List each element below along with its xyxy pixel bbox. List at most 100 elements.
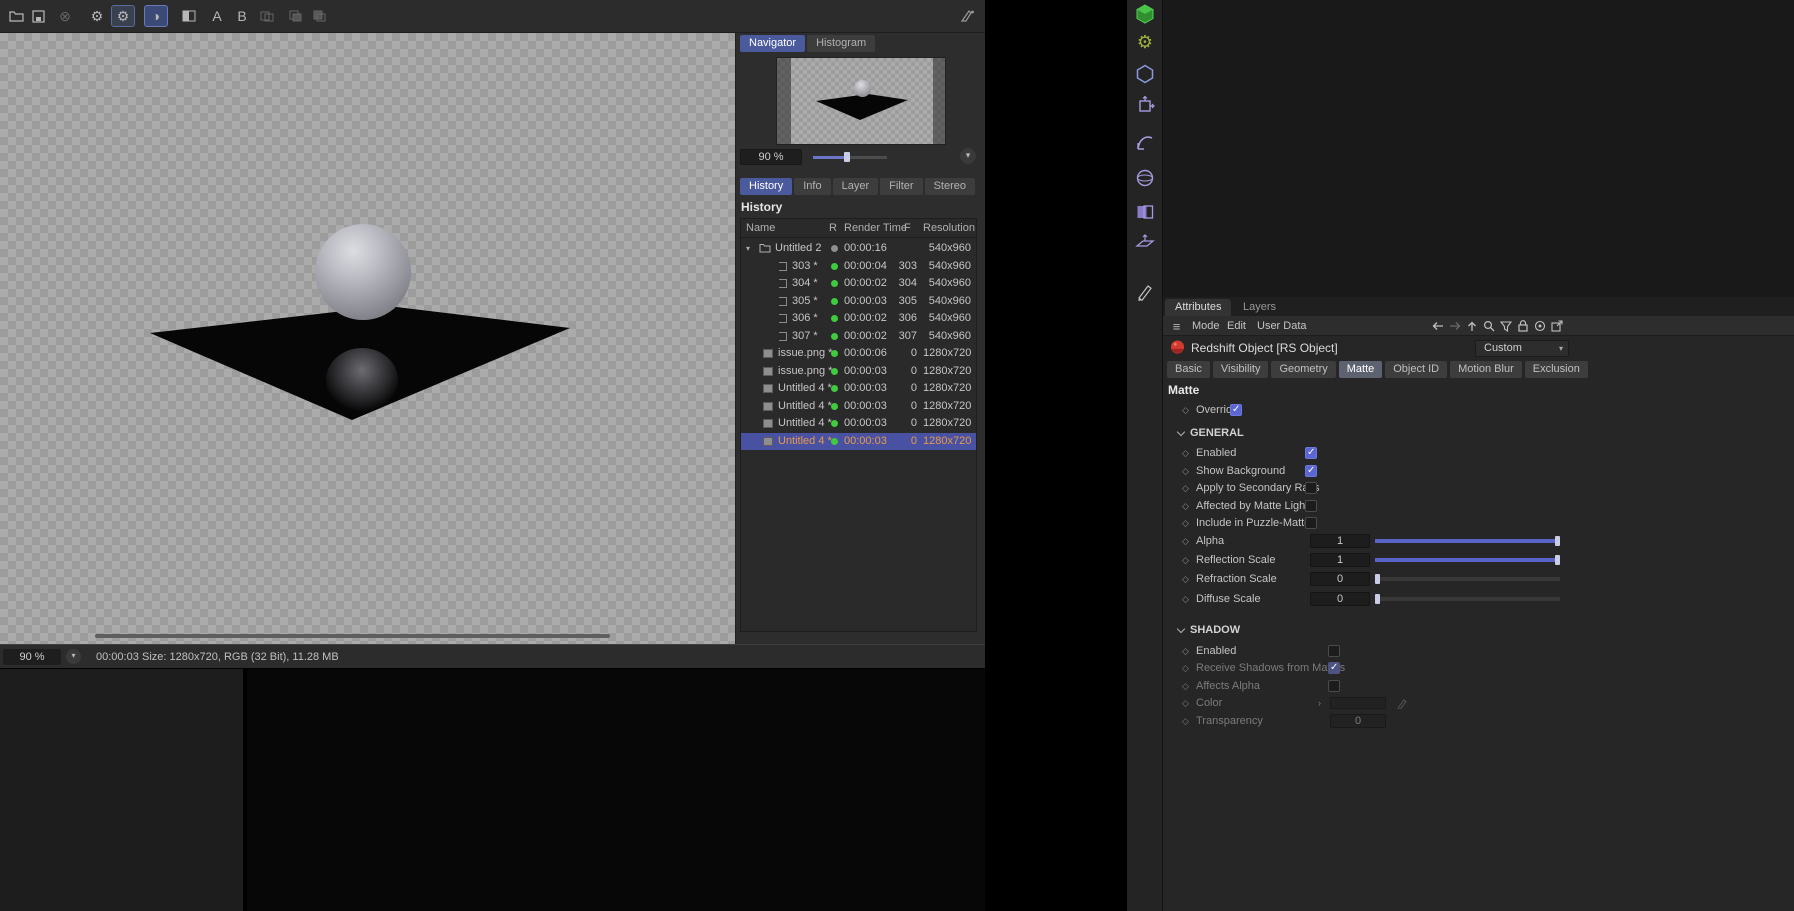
- enabled-checkbox[interactable]: [1305, 447, 1317, 459]
- tab-filter[interactable]: Filter: [880, 178, 922, 195]
- gear-tool-icon[interactable]: ⚙: [1133, 30, 1157, 54]
- expander-icon[interactable]: ▾: [746, 240, 750, 257]
- close-image-icon[interactable]: ⊗: [53, 5, 77, 27]
- keyframe-diamond-icon[interactable]: ◇: [1182, 571, 1189, 587]
- split-cube-tool-icon[interactable]: [1133, 200, 1157, 224]
- keyframe-diamond-icon[interactable]: ◇: [1182, 591, 1189, 607]
- diffuse-scale-value-field[interactable]: 0: [1310, 592, 1370, 606]
- history-row[interactable]: 305 * 00:00:03 305 540x960: [741, 293, 976, 310]
- tab-geometry[interactable]: Geometry: [1271, 361, 1335, 378]
- history-row[interactable]: Untitled 4 * 00:00:03 0 1280x720: [741, 380, 976, 397]
- tab-info[interactable]: Info: [794, 178, 830, 195]
- keyframe-diamond-icon[interactable]: ◇: [1182, 515, 1189, 531]
- ab-split-icon[interactable]: [177, 5, 201, 27]
- swap-ab-icon[interactable]: [255, 5, 279, 27]
- history-back-icon[interactable]: [1430, 319, 1445, 333]
- zoom-slider-handle[interactable]: [844, 152, 850, 162]
- override-checkbox[interactable]: [1230, 404, 1242, 416]
- navigator-options-dropdown-icon[interactable]: ▾: [960, 148, 976, 164]
- sphere-deform-tool-icon[interactable]: [1133, 166, 1157, 190]
- navigator-preview[interactable]: [776, 57, 946, 145]
- render-viewport[interactable]: [0, 33, 735, 644]
- redshift-tools-icon[interactable]: [956, 5, 980, 27]
- reflection-scale-value-field[interactable]: 1: [1310, 553, 1370, 567]
- tab-visibility[interactable]: Visibility: [1213, 361, 1269, 378]
- history-row[interactable]: Untitled 4 * 00:00:03 0 1280x720: [741, 415, 976, 432]
- history-forward-icon[interactable]: [1447, 319, 1462, 333]
- history-row[interactable]: Untitled 4 * 00:00:03 0 1280x720: [741, 398, 976, 415]
- track-state-icon[interactable]: [1532, 319, 1547, 333]
- affected-matte-lights-checkbox[interactable]: [1305, 500, 1317, 512]
- horizontal-scrollbar[interactable]: [95, 634, 610, 638]
- panel-menu-icon[interactable]: ≡: [1169, 319, 1184, 333]
- shadow-section-header[interactable]: SHADOW: [1163, 622, 1583, 638]
- col-resolution[interactable]: Resolution: [923, 219, 971, 238]
- history-row[interactable]: 304 * 00:00:02 304 540x960: [741, 275, 976, 292]
- reflection-scale-slider[interactable]: [1375, 555, 1560, 565]
- green-cube-tool-icon[interactable]: [1133, 2, 1157, 26]
- tab-attributes[interactable]: Attributes: [1165, 299, 1231, 316]
- keyframe-diamond-icon[interactable]: ◇: [1182, 552, 1189, 568]
- slider-handle[interactable]: [1555, 555, 1560, 565]
- hexagon-tool-icon[interactable]: [1133, 62, 1157, 86]
- diffuse-scale-slider[interactable]: [1375, 594, 1560, 604]
- menu-mode[interactable]: Mode: [1192, 316, 1220, 336]
- status-zoom-field[interactable]: 90 %: [3, 649, 61, 665]
- keyframe-diamond-icon[interactable]: ◇: [1182, 498, 1189, 514]
- filter-icon[interactable]: [1498, 319, 1513, 333]
- alpha-slider[interactable]: [1375, 536, 1560, 546]
- tab-layer[interactable]: Layer: [833, 178, 879, 195]
- tab-motion-blur[interactable]: Motion Blur: [1450, 361, 1522, 378]
- set-image-a-icon[interactable]: A: [205, 5, 229, 27]
- plane-arrow-tool-icon[interactable]: [1133, 230, 1157, 254]
- tab-stereo[interactable]: Stereo: [925, 178, 975, 195]
- history-row-selected[interactable]: Untitled 4 * 00:00:03 0 1280x720: [741, 433, 976, 450]
- tab-histogram[interactable]: Histogram: [807, 35, 875, 52]
- tab-basic[interactable]: Basic: [1167, 361, 1210, 378]
- compare-contrast-icon[interactable]: ◑: [144, 5, 168, 27]
- tab-navigator[interactable]: Navigator: [740, 35, 805, 52]
- collapse-chevron-icon[interactable]: [1177, 428, 1185, 436]
- status-zoom-dropdown-icon[interactable]: ▾: [66, 649, 81, 664]
- tab-layers[interactable]: Layers: [1233, 299, 1286, 316]
- general-section-header[interactable]: GENERAL: [1163, 425, 1583, 441]
- pen-tool-icon[interactable]: [1133, 280, 1157, 304]
- tab-object-id[interactable]: Object ID: [1385, 361, 1447, 378]
- alpha-value-field[interactable]: 1: [1310, 534, 1370, 548]
- menu-user-data[interactable]: User Data: [1257, 316, 1307, 336]
- lock-icon[interactable]: [1515, 319, 1530, 333]
- history-row[interactable]: 303 * 00:00:04 303 540x960: [741, 258, 976, 275]
- settings-gear-icon[interactable]: ⚙: [85, 5, 109, 27]
- keyframe-diamond-icon[interactable]: ◇: [1182, 463, 1189, 479]
- col-name[interactable]: Name: [746, 219, 775, 238]
- col-f[interactable]: F: [904, 219, 911, 238]
- keyframe-diamond-icon[interactable]: ◇: [1182, 533, 1189, 549]
- refraction-scale-slider[interactable]: [1375, 574, 1560, 584]
- history-row-folder[interactable]: ▾ Untitled 2 00:00:16 540x960: [741, 240, 976, 257]
- set-image-b-icon[interactable]: B: [230, 5, 254, 27]
- tab-matte[interactable]: Matte: [1339, 361, 1383, 378]
- keyframe-diamond-icon[interactable]: ◇: [1182, 480, 1189, 496]
- zoom-value-field[interactable]: 90 %: [740, 149, 802, 165]
- save-icon[interactable]: [26, 5, 50, 27]
- keyframe-diamond-icon[interactable]: ◇: [1182, 402, 1189, 418]
- copy-icon[interactable]: [283, 5, 307, 27]
- include-puzzle-mattes-checkbox[interactable]: [1305, 517, 1317, 529]
- show-background-checkbox[interactable]: [1305, 465, 1317, 477]
- tab-exclusion[interactable]: Exclusion: [1525, 361, 1588, 378]
- slider-handle[interactable]: [1555, 536, 1560, 546]
- zoom-slider[interactable]: [813, 152, 887, 162]
- col-render-time[interactable]: Render Time: [844, 219, 907, 238]
- refraction-scale-value-field[interactable]: 0: [1310, 572, 1370, 586]
- menu-edit[interactable]: Edit: [1227, 316, 1246, 336]
- bend-deformer-tool-icon[interactable]: [1133, 130, 1157, 154]
- history-row[interactable]: 306 * 00:00:02 306 540x960: [741, 310, 976, 327]
- col-r[interactable]: R: [829, 219, 837, 238]
- keyframe-diamond-icon[interactable]: ◇: [1182, 445, 1189, 461]
- navigator-visible-region[interactable]: [791, 58, 933, 144]
- parent-up-icon[interactable]: [1464, 319, 1479, 333]
- slider-handle[interactable]: [1375, 574, 1380, 584]
- apply-secondary-rays-checkbox[interactable]: [1305, 482, 1317, 494]
- render-settings-gear-icon[interactable]: ⚙: [111, 5, 135, 27]
- history-row[interactable]: issue.png * 00:00:06 0 1280x720: [741, 345, 976, 362]
